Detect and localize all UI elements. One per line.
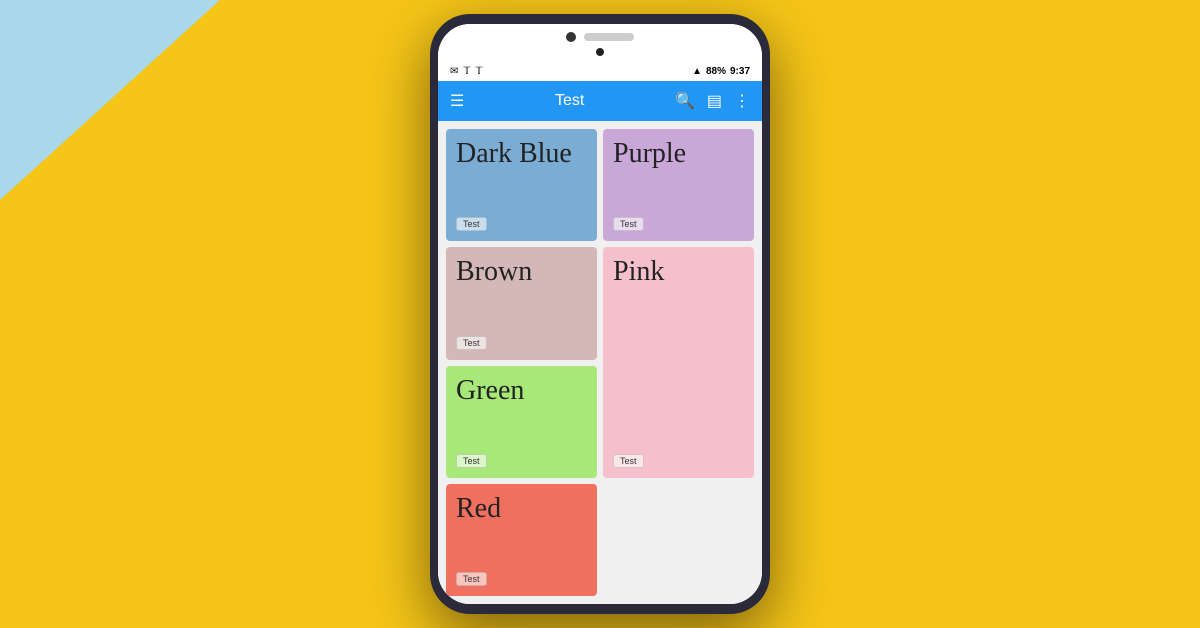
card-purple-title: Purple — [613, 139, 744, 170]
background-corner — [0, 0, 220, 200]
battery-percent: 88% — [706, 66, 726, 77]
card-pink-badge: Test — [613, 454, 644, 468]
selfie-camera-icon — [596, 48, 604, 56]
card-purple-badge: Test — [613, 217, 644, 231]
card-red-badge: Test — [456, 572, 487, 586]
card-pink-title: Pink — [613, 257, 744, 288]
phone-device: ✉ 𝕋 𝕋 ▲ 88% 9:37 ☰ Test 🔍 ▤ ⋮ — [430, 14, 770, 614]
card-purple[interactable]: Purple Test — [603, 129, 754, 241]
status-bar: ✉ 𝕋 𝕋 ▲ 88% 9:37 — [438, 62, 762, 81]
battery-icon: 88% — [706, 66, 726, 77]
card-brown-badge: Test — [456, 336, 487, 350]
phone-screen: ✉ 𝕋 𝕋 ▲ 88% 9:37 ☰ Test 🔍 ▤ ⋮ — [438, 24, 762, 604]
more-options-icon[interactable]: ⋮ — [734, 91, 750, 111]
card-red-title: Red — [456, 494, 587, 525]
card-dark-blue-badge: Test — [456, 217, 487, 231]
front-camera-icon — [566, 32, 576, 42]
card-red[interactable]: Red Test — [446, 484, 597, 596]
wifi-icon: ▲ — [692, 66, 702, 77]
phone-hardware-top — [438, 24, 762, 62]
content-area: Dark Blue Test Purple Test Brown Test Pi… — [438, 121, 762, 604]
time-display: 9:37 — [730, 66, 750, 77]
speaker-grille — [584, 33, 634, 41]
cards-grid: Dark Blue Test Purple Test Brown Test Pi… — [446, 129, 754, 596]
twitter-icon-1: 𝕋 — [463, 66, 470, 77]
twitter-icon-2: 𝕋 — [475, 66, 482, 77]
card-green-title: Green — [456, 376, 587, 407]
card-dark-blue-title: Dark Blue — [456, 139, 587, 170]
app-bar: ☰ Test 🔍 ▤ ⋮ — [438, 81, 762, 121]
card-green[interactable]: Green Test — [446, 366, 597, 478]
message-icon: ✉ — [450, 66, 458, 77]
status-left-icons: ✉ 𝕋 𝕋 — [450, 66, 483, 77]
grid-view-icon[interactable]: ▤ — [707, 91, 722, 111]
menu-icon[interactable]: ☰ — [450, 91, 464, 111]
app-title: Test — [476, 92, 663, 110]
card-dark-blue[interactable]: Dark Blue Test — [446, 129, 597, 241]
card-brown[interactable]: Brown Test — [446, 247, 597, 359]
search-icon[interactable]: 🔍 — [675, 91, 695, 111]
status-right-info: ▲ 88% 9:37 — [692, 66, 750, 77]
card-green-badge: Test — [456, 454, 487, 468]
card-pink[interactable]: Pink Test — [603, 247, 754, 478]
card-brown-title: Brown — [456, 257, 587, 288]
